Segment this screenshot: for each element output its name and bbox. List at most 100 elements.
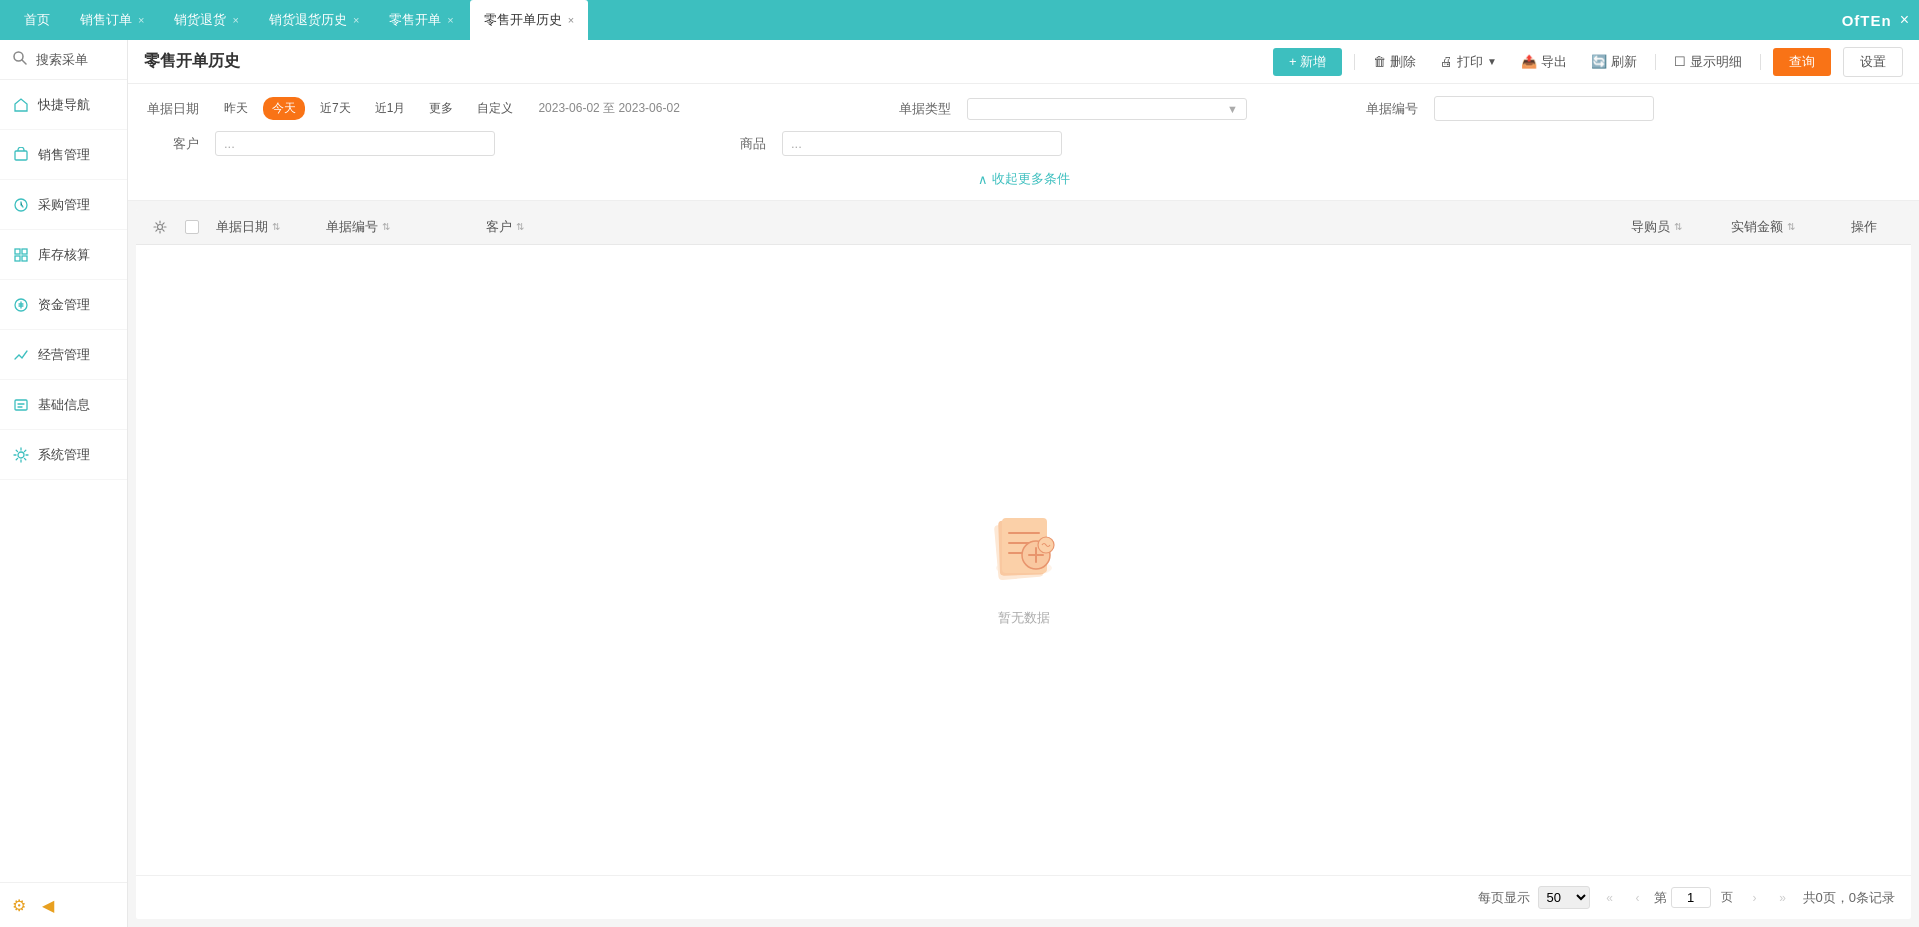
prev-page-button[interactable]: ‹ — [1626, 886, 1650, 910]
print-button[interactable]: 🖨 打印 ▼ — [1434, 50, 1503, 74]
tab-retail-open[interactable]: 零售开单 × — [375, 0, 467, 40]
product-select[interactable]: ... — [782, 131, 1062, 156]
main-layout: 搜索采单 快捷导航 销售管理 采购管理 库存核算 — [0, 40, 1919, 927]
date-today[interactable]: 今天 — [263, 97, 305, 120]
sidebar-item-basic-info[interactable]: 基础信息 — [0, 380, 127, 430]
th-customer[interactable]: 客户 ⇅ — [478, 218, 1623, 236]
empty-illustration — [974, 493, 1074, 593]
date-label: 单据日期 — [144, 100, 199, 118]
tab-sales-order[interactable]: 销售订单 × — [66, 0, 158, 40]
query-button[interactable]: 查询 — [1773, 48, 1831, 76]
select-all-checkbox[interactable] — [185, 220, 199, 234]
sidebar-item-quick-nav[interactable]: 快捷导航 — [0, 80, 127, 130]
sort-customer-icon: ⇅ — [516, 221, 524, 232]
page-input[interactable] — [1671, 887, 1711, 908]
customer-select[interactable]: ... — [215, 131, 495, 156]
inventory-icon — [12, 246, 30, 264]
filter-row-2: 客户 ... 商品 ... — [144, 131, 1903, 156]
th-amount[interactable]: 实销金额 ⇅ — [1723, 218, 1843, 236]
date-1month[interactable]: 近1月 — [366, 97, 415, 120]
date-custom[interactable]: 自定义 — [468, 97, 522, 120]
display-detail-button[interactable]: ☐ 显示明细 — [1668, 50, 1748, 74]
search-billing[interactable]: 搜索采单 — [0, 40, 127, 80]
sidebar-item-sales-mgmt[interactable]: 销售管理 — [0, 130, 127, 180]
svg-line-1 — [22, 60, 26, 64]
search-icon — [12, 50, 28, 69]
close-tab-sales-order[interactable]: × — [138, 14, 144, 26]
th-select-all[interactable] — [176, 220, 208, 234]
divider — [1354, 54, 1355, 70]
close-tab-sales-return-history[interactable]: × — [353, 14, 359, 26]
th-settings[interactable] — [144, 220, 176, 234]
svg-point-11 — [158, 224, 163, 229]
svg-rect-4 — [15, 249, 20, 254]
date-yesterday[interactable]: 昨天 — [215, 97, 257, 120]
tab-sales-return-history[interactable]: 销货退货历史 × — [255, 0, 373, 40]
delete-button[interactable]: 🗑 删除 — [1367, 50, 1422, 74]
page-size-select[interactable]: 50 10 20 100 — [1538, 886, 1590, 909]
svg-rect-5 — [22, 249, 27, 254]
first-page-button[interactable]: « — [1598, 886, 1622, 910]
svg-rect-6 — [15, 256, 20, 261]
export-button[interactable]: 📤 导出 — [1515, 50, 1573, 74]
page-label-text: 页 — [1715, 886, 1739, 910]
operation-icon — [12, 346, 30, 364]
type-label: 单据类型 — [896, 100, 951, 118]
checkbox-icon: ☐ — [1674, 54, 1686, 69]
sidebar-item-operation[interactable]: 经营管理 — [0, 330, 127, 380]
th-action: 操作 — [1843, 218, 1903, 236]
sidebar-item-inventory[interactable]: 库存核算 — [0, 230, 127, 280]
svg-point-10 — [18, 452, 24, 458]
svg-rect-2 — [15, 151, 27, 160]
chevron-down-icon: ▼ — [1227, 103, 1238, 115]
divider3 — [1760, 54, 1761, 70]
tab-home[interactable]: 首页 — [10, 0, 64, 40]
page-header: 零售开单历史 + 新增 🗑 删除 🖨 打印 ▼ 📤 导出 — [128, 40, 1919, 84]
customer-select-value: ... — [224, 136, 486, 151]
sort-date-icon: ⇅ — [272, 221, 280, 232]
sales-icon — [12, 146, 30, 164]
refresh-button[interactable]: 🔄 刷新 — [1585, 50, 1643, 74]
add-button[interactable]: + 新增 — [1273, 48, 1342, 76]
top-navigation: 首页 销售订单 × 销货退货 × 销货退货历史 × 零售开单 × 零售开单历史 … — [0, 0, 1919, 40]
product-select-value: ... — [791, 136, 1053, 151]
th-date[interactable]: 单据日期 ⇅ — [208, 218, 318, 236]
basic-info-icon — [12, 396, 30, 414]
sidebar-item-purchase-mgmt[interactable]: 采购管理 — [0, 180, 127, 230]
delete-icon: 🗑 — [1373, 54, 1386, 69]
sidebar-item-finance[interactable]: 资金管理 — [0, 280, 127, 330]
collapse-sidebar-button[interactable]: ◀ — [42, 896, 54, 915]
print-dropdown-icon: ▼ — [1487, 56, 1497, 67]
refresh-icon: 🔄 — [1591, 54, 1607, 69]
next-page-button[interactable]: › — [1743, 886, 1767, 910]
settings-button[interactable]: ⚙ — [12, 896, 26, 915]
sort-guide-icon: ⇅ — [1674, 221, 1682, 232]
order-no-input[interactable] — [1434, 96, 1654, 121]
sidebar-item-system[interactable]: 系统管理 — [0, 430, 127, 480]
total-records: 共0页，0条记录 — [1803, 889, 1895, 907]
close-tab-retail-open-history[interactable]: × — [568, 14, 574, 26]
print-icon: 🖨 — [1440, 54, 1453, 69]
purchase-icon — [12, 196, 30, 214]
date-more[interactable]: 更多 — [420, 97, 462, 120]
tab-list: 首页 销售订单 × 销货退货 × 销货退货历史 × 零售开单 × 零售开单历史 … — [10, 0, 1842, 40]
divider2 — [1655, 54, 1656, 70]
date-7days[interactable]: 近7天 — [311, 97, 360, 120]
svg-rect-9 — [15, 400, 27, 410]
close-tab-sales-return[interactable]: × — [232, 14, 238, 26]
filter-area: 单据日期 昨天 今天 近7天 近1月 更多 自定义 2023-06-02 至 2… — [128, 84, 1919, 201]
page-title: 零售开单历史 — [144, 51, 240, 72]
table-area: 单据日期 ⇅ 单据编号 ⇅ 客户 ⇅ 导购员 ⇅ 实销金额 ⇅ — [136, 209, 1911, 919]
settings-filter-button[interactable]: 设置 — [1843, 47, 1903, 77]
page-nav: « ‹ 第 页 › » — [1598, 886, 1795, 910]
tab-sales-return[interactable]: 销货退货 × — [160, 0, 252, 40]
close-tab-retail-open[interactable]: × — [447, 14, 453, 26]
last-page-button[interactable]: » — [1771, 886, 1795, 910]
window-close-button[interactable]: × — [1900, 11, 1909, 29]
type-select[interactable]: ▼ — [967, 98, 1247, 120]
tab-retail-open-history[interactable]: 零售开单历史 × — [470, 0, 588, 40]
th-guide[interactable]: 导购员 ⇅ — [1623, 218, 1723, 236]
collapse-filter-button[interactable]: ∧ 收起更多条件 — [144, 166, 1903, 192]
filter-row-1: 单据日期 昨天 今天 近7天 近1月 更多 自定义 2023-06-02 至 2… — [144, 96, 1903, 121]
th-order-no[interactable]: 单据编号 ⇅ — [318, 218, 478, 236]
